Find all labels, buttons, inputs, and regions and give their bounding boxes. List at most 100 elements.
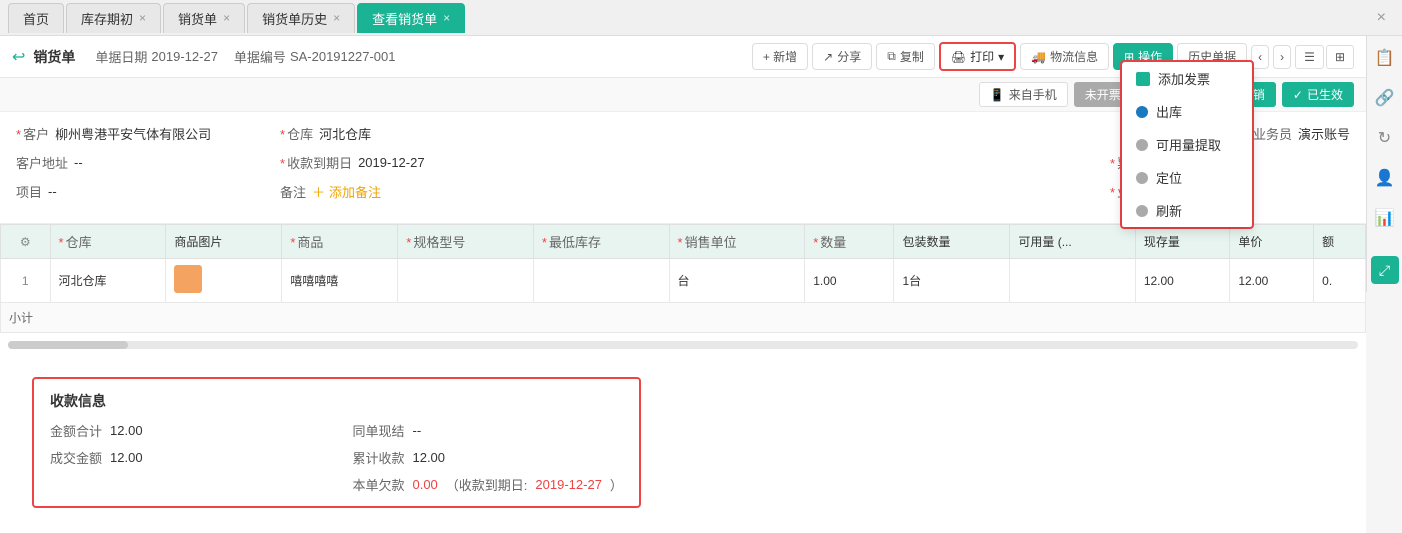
tab-sales-history[interactable]: 销货单历史 × <box>247 3 355 33</box>
copy-icon: ⧉ <box>887 49 896 64</box>
doc-date-label: 单据日期 2019-12-27 <box>95 47 218 66</box>
tab-check-sales-label: 查看销货单 <box>372 9 437 28</box>
tab-sales-label: 销货单 <box>178 9 217 28</box>
effective-label: 已生效 <box>1307 86 1343 103</box>
tab-inventory[interactable]: 库存期初 × <box>66 3 161 33</box>
refresh-item[interactable]: 刷新 <box>1122 194 1252 227</box>
row-stock: 12.00 <box>1135 259 1230 303</box>
col-min-stock: 最低库存 <box>533 225 669 259</box>
tab-inventory-close[interactable]: × <box>139 11 146 25</box>
print-button[interactable]: 🖨 打印 ▾ <box>939 42 1016 71</box>
same-order-label: 同单现结 <box>352 421 404 440</box>
same-order-row: 同单现结 -- <box>352 421 622 440</box>
new-label: + 新增 <box>763 48 797 65</box>
note-field: 备注 ＋ 添加备注 <box>280 182 520 201</box>
note-label: 备注 <box>280 182 306 201</box>
col-spec: 规格型号 <box>398 225 534 259</box>
cumulative-value: 12.00 <box>412 450 445 465</box>
sidebar-icon-user[interactable]: 👤 <box>1371 164 1399 192</box>
new-button[interactable]: + 新增 <box>752 43 808 70</box>
locate-label: 定位 <box>1156 168 1182 187</box>
print-label: 打印 <box>970 48 994 65</box>
deal-amount-label: 成交金额 <box>50 448 102 467</box>
print-dropdown-icon: ▾ <box>998 50 1004 64</box>
sidebar-icon-doc[interactable]: 📋 <box>1371 44 1399 72</box>
horizontal-scrollbar[interactable] <box>8 341 1358 349</box>
project-field: 项目 -- <box>16 182 256 201</box>
tab-sales[interactable]: 销货单 × <box>163 3 245 33</box>
owed-value: 0.00 <box>412 477 437 492</box>
subtotal-row: 小计 <box>1 303 1366 333</box>
tab-sales-close[interactable]: × <box>223 11 230 25</box>
effective-btn[interactable]: ✓ 已生效 <box>1282 82 1354 107</box>
add-invoice-label: 添加发票 <box>1158 69 1210 88</box>
sidebar-icon-link[interactable]: 🔗 <box>1371 84 1399 112</box>
tab-bar-close[interactable]: × <box>1369 9 1394 27</box>
logistics-label: 物流信息 <box>1050 48 1098 65</box>
col-gear: ⚙ <box>1 225 51 259</box>
row-img <box>166 259 282 303</box>
tab-check-sales-close[interactable]: × <box>443 11 450 25</box>
add-note-button[interactable]: ＋ 添加备注 <box>312 182 381 201</box>
phone-icon: 📱 <box>990 88 1005 102</box>
share-label: 分享 <box>837 48 861 65</box>
address-value: -- <box>74 155 83 170</box>
refresh-label: 刷新 <box>1156 201 1182 220</box>
row-product: 嘻嘻嘻嘻 <box>282 259 398 303</box>
dropdown-highlight-border: 添加发票 出库 可用量提取 定位 刷新 <box>1120 60 1254 229</box>
dropdown-menu: 添加发票 出库 可用量提取 定位 刷新 <box>1122 62 1252 227</box>
tab-bar: 首页 库存期初 × 销货单 × 销货单历史 × 查看销货单 × × <box>0 0 1402 36</box>
address-label: 客户地址 <box>16 153 68 172</box>
address-field: 客户地址 -- <box>16 153 256 172</box>
col-amount: 额 <box>1314 225 1366 259</box>
app-container: 首页 库存期初 × 销货单 × 销货单历史 × 查看销货单 × × ↩ 销货单 <box>0 0 1402 533</box>
row-unit-price: 12.00 <box>1230 259 1314 303</box>
product-image <box>174 265 202 293</box>
available-qty-icon <box>1136 139 1148 151</box>
available-qty-item[interactable]: 可用量提取 <box>1122 128 1252 161</box>
col-unit-price: 单价 <box>1230 225 1314 259</box>
customer-value: 柳州粤港平安气体有限公司 <box>55 124 211 143</box>
tab-sales-history-close[interactable]: × <box>333 11 340 25</box>
view-grid[interactable]: ⊞ <box>1326 45 1354 69</box>
col-pkg-qty: 包装数量 <box>894 225 1010 259</box>
owed-note: （收款到期日: <box>446 475 528 494</box>
deal-amount-row: 成交金额 12.00 <box>50 448 320 467</box>
row-quantity: 1.00 <box>805 259 894 303</box>
view-buttons: ☰ ⊞ <box>1295 45 1354 69</box>
warehouse-field: 仓库 河北仓库 <box>280 124 520 143</box>
tab-home-label: 首页 <box>23 9 49 28</box>
tab-check-sales[interactable]: 查看销货单 × <box>357 3 465 33</box>
view-list[interactable]: ☰ <box>1295 45 1324 69</box>
customer-field: 客户 柳州粤港平安气体有限公司 <box>16 124 256 143</box>
scroll-thumb <box>8 341 128 349</box>
copy-button[interactable]: ⧉ 复制 <box>876 43 935 70</box>
share-button[interactable]: ↗ 分享 <box>812 43 872 70</box>
add-note-icon: ＋ <box>312 182 325 201</box>
date-value: 2019-12-27 <box>151 49 218 64</box>
payment-section: 收款信息 金额合计 12.00 同单现结 -- 成交金额 12.00 <box>32 377 641 508</box>
products-table-wrapper: ⚙ 仓库 商品图片 商品 规格型号 最低库存 销售单位 数量 包装数量 可用量 … <box>0 224 1366 357</box>
sidebar-icon-chart[interactable]: 📊 <box>1371 204 1399 232</box>
locate-item[interactable]: 定位 <box>1122 161 1252 194</box>
row-spec <box>398 259 534 303</box>
copy-label: 复制 <box>900 48 924 65</box>
outbound-item[interactable]: 出库 <box>1122 95 1252 128</box>
add-invoice-item[interactable]: 添加发票 <box>1122 62 1252 95</box>
tab-home[interactable]: 首页 <box>8 3 64 33</box>
sidebar-expand-button[interactable]: ⤢ <box>1371 256 1399 284</box>
logistics-button[interactable]: 🚚 物流信息 <box>1020 43 1109 70</box>
col-stock: 现存量 <box>1135 225 1230 259</box>
sidebar-icon-refresh[interactable]: ↻ <box>1374 124 1395 152</box>
customer-label: 客户 <box>16 124 49 143</box>
next-button[interactable]: › <box>1273 45 1291 69</box>
date-label-text: 单据日期 <box>95 47 147 66</box>
dropdown-container: 添加发票 出库 可用量提取 定位 刷新 <box>1120 60 1254 229</box>
add-note-label: 添加备注 <box>329 182 381 201</box>
cumulative-label: 累计收款 <box>352 448 404 467</box>
no-value: SA-20191227-001 <box>290 49 396 64</box>
row-warehouse: 河北仓库 <box>50 259 166 303</box>
right-sidebar: 📋 🔗 ↻ 👤 📊 ⤢ <box>1366 36 1402 292</box>
from-phone-btn[interactable]: 📱 来自手机 <box>979 82 1068 107</box>
refresh-icon <box>1136 205 1148 217</box>
